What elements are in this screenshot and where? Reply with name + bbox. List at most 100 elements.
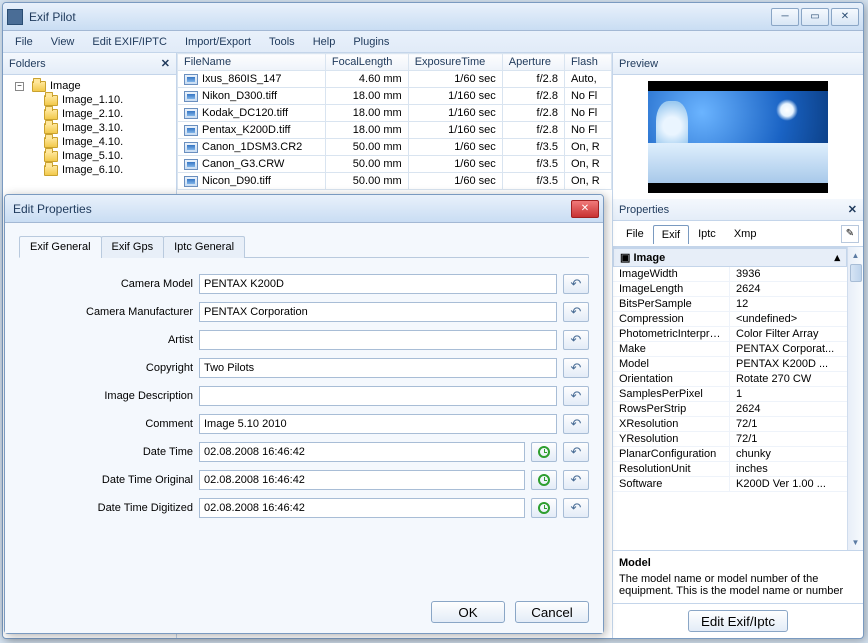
tab-exif[interactable]: Exif bbox=[653, 225, 689, 244]
menu-tools[interactable]: Tools bbox=[261, 34, 303, 50]
ok-button[interactable]: OK bbox=[431, 601, 505, 623]
menu-edit-exif-iptc[interactable]: Edit EXIF/IPTC bbox=[84, 34, 175, 50]
property-row[interactable]: PhotometricInterpretaticColor Filter Arr… bbox=[613, 327, 847, 342]
undo-button[interactable]: ↶ bbox=[563, 330, 589, 350]
property-row[interactable]: ResolutionUnitinches bbox=[613, 462, 847, 477]
date-time-digitized-field[interactable] bbox=[199, 498, 525, 518]
undo-button[interactable]: ↶ bbox=[563, 386, 589, 406]
scroll-up-icon[interactable]: ▲ bbox=[848, 247, 863, 263]
scroll-down-icon[interactable]: ▼ bbox=[848, 534, 863, 550]
copyright-field[interactable] bbox=[199, 358, 557, 378]
tab-file[interactable]: File bbox=[617, 224, 653, 243]
clock-button[interactable] bbox=[531, 470, 557, 490]
column-header[interactable]: Flash bbox=[564, 54, 611, 71]
close-button[interactable]: ✕ bbox=[831, 8, 859, 26]
image-file-icon bbox=[184, 159, 198, 170]
dialog-title: Edit Properties bbox=[9, 202, 571, 216]
edit-properties-dialog: Edit Properties ✕ Exif GeneralExif GpsIp… bbox=[4, 194, 604, 634]
table-row[interactable]: Ixus_860IS_1474.60 mm1/60 secf/2.8Auto, bbox=[178, 71, 612, 88]
tree-item[interactable]: Image_3.10. bbox=[5, 121, 174, 135]
camera-manufacturer-field[interactable] bbox=[199, 302, 557, 322]
tree-item[interactable]: Image_4.10. bbox=[5, 135, 174, 149]
undo-icon: ↶ bbox=[571, 416, 582, 432]
undo-button[interactable]: ↶ bbox=[563, 302, 589, 322]
artist-field[interactable] bbox=[199, 330, 557, 350]
column-header[interactable]: FileName bbox=[178, 54, 326, 71]
property-row[interactable]: Compression<undefined> bbox=[613, 312, 847, 327]
chevron-up-icon[interactable]: ▴ bbox=[834, 251, 840, 264]
clock-button[interactable] bbox=[531, 442, 557, 462]
menu-view[interactable]: View bbox=[43, 34, 83, 50]
property-row[interactable]: OrientationRotate 270 CW bbox=[613, 372, 847, 387]
property-row[interactable]: SamplesPerPixel1 bbox=[613, 387, 847, 402]
property-row[interactable]: YResolution72/1 bbox=[613, 432, 847, 447]
property-row[interactable]: MakePENTAX Corporat... bbox=[613, 342, 847, 357]
column-header[interactable]: FocalLength bbox=[325, 54, 408, 71]
edit-exif-iptc-button[interactable]: Edit Exif/Iptc bbox=[688, 610, 788, 632]
property-row[interactable]: ImageWidth3936 bbox=[613, 267, 847, 282]
image-description-field[interactable] bbox=[199, 386, 557, 406]
tab-xmp[interactable]: Xmp bbox=[725, 224, 766, 243]
property-row[interactable]: RowsPerStrip2624 bbox=[613, 402, 847, 417]
tree-item[interactable]: Image_5.10. bbox=[5, 149, 174, 163]
undo-button[interactable]: ↶ bbox=[563, 358, 589, 378]
dialog-close-button[interactable]: ✕ bbox=[571, 200, 599, 218]
property-group[interactable]: ▣ Image ▴ bbox=[613, 248, 847, 267]
camera-model-field[interactable] bbox=[199, 274, 557, 294]
dialog-tab-iptc-general[interactable]: Iptc General bbox=[163, 236, 245, 258]
property-row[interactable]: ImageLength2624 bbox=[613, 282, 847, 297]
undo-button[interactable]: ↶ bbox=[563, 498, 589, 518]
tree-root[interactable]: −Image bbox=[5, 79, 174, 93]
comment-field[interactable] bbox=[199, 414, 557, 434]
dialog-tab-exif-general[interactable]: Exif General bbox=[19, 236, 102, 258]
menubar: FileViewEdit EXIF/IPTCImport/ExportTools… bbox=[3, 31, 863, 53]
minimize-button[interactable]: ─ bbox=[771, 8, 799, 26]
tab-iptc[interactable]: Iptc bbox=[689, 224, 725, 243]
column-header[interactable]: Aperture bbox=[502, 54, 564, 71]
table-row[interactable]: Nikon_D300.tiff18.00 mm1/160 secf/2.8No … bbox=[178, 88, 612, 105]
properties-close-icon[interactable]: ✕ bbox=[848, 203, 857, 216]
menu-import-export[interactable]: Import/Export bbox=[177, 34, 259, 50]
undo-button[interactable]: ↶ bbox=[563, 442, 589, 462]
column-header[interactable]: ExposureTime bbox=[408, 54, 502, 71]
menu-file[interactable]: File bbox=[7, 34, 41, 50]
maximize-button[interactable]: ▭ bbox=[801, 8, 829, 26]
folders-close-icon[interactable]: ✕ bbox=[161, 57, 170, 70]
folders-title: Folders bbox=[9, 58, 46, 70]
property-row[interactable]: BitsPerSample12 bbox=[613, 297, 847, 312]
undo-icon: ↶ bbox=[571, 444, 582, 460]
collapse-icon[interactable]: − bbox=[15, 82, 24, 91]
undo-button[interactable]: ↶ bbox=[563, 470, 589, 490]
cancel-button[interactable]: Cancel bbox=[515, 601, 589, 623]
table-row[interactable]: Pentax_K200D.tiff18.00 mm1/160 secf/2.8N… bbox=[178, 122, 612, 139]
tree-item[interactable]: Image_2.10. bbox=[5, 107, 174, 121]
property-row[interactable]: PlanarConfigurationchunky bbox=[613, 447, 847, 462]
clock-button[interactable] bbox=[531, 498, 557, 518]
undo-button[interactable]: ↶ bbox=[563, 414, 589, 434]
table-row[interactable]: Kodak_DC120.tiff18.00 mm1/160 secf/2.8No… bbox=[178, 105, 612, 122]
menu-help[interactable]: Help bbox=[305, 34, 344, 50]
property-row[interactable]: SoftwareK200D Ver 1.00 ... bbox=[613, 477, 847, 492]
tree-item[interactable]: Image_6.10. bbox=[5, 163, 174, 177]
dialog-tab-exif-gps[interactable]: Exif Gps bbox=[101, 236, 165, 258]
edit-icon[interactable]: ✎ bbox=[841, 225, 859, 243]
undo-button[interactable]: ↶ bbox=[563, 274, 589, 294]
app-icon bbox=[7, 9, 23, 25]
properties-scrollbar[interactable]: ▲ ▼ bbox=[847, 247, 863, 550]
scroll-thumb[interactable] bbox=[850, 264, 862, 282]
properties-list[interactable]: ▣ Image ▴ ImageWidth3936ImageLength2624Bit… bbox=[613, 247, 847, 550]
menu-plugins[interactable]: Plugins bbox=[345, 34, 397, 50]
collapse-icon[interactable]: ▣ Image bbox=[620, 251, 665, 264]
date-time-original-field[interactable] bbox=[199, 470, 525, 490]
property-row[interactable]: XResolution72/1 bbox=[613, 417, 847, 432]
folder-icon bbox=[44, 151, 58, 162]
table-row[interactable]: Canon_1DSM3.CR250.00 mm1/60 secf/3.5On, … bbox=[178, 139, 612, 156]
date-time-field[interactable] bbox=[199, 442, 525, 462]
property-row[interactable]: ModelPENTAX K200D ... bbox=[613, 357, 847, 372]
table-row[interactable]: Nicon_D90.tiff50.00 mm1/60 secf/3.5On, R bbox=[178, 173, 612, 190]
property-desc-title: Model bbox=[619, 557, 857, 569]
folder-icon bbox=[44, 137, 58, 148]
tree-item[interactable]: Image_1.10. bbox=[5, 93, 174, 107]
table-row[interactable]: Canon_G3.CRW50.00 mm1/60 secf/3.5On, R bbox=[178, 156, 612, 173]
file-table[interactable]: FileNameFocalLengthExposureTimeApertureF… bbox=[177, 53, 612, 190]
